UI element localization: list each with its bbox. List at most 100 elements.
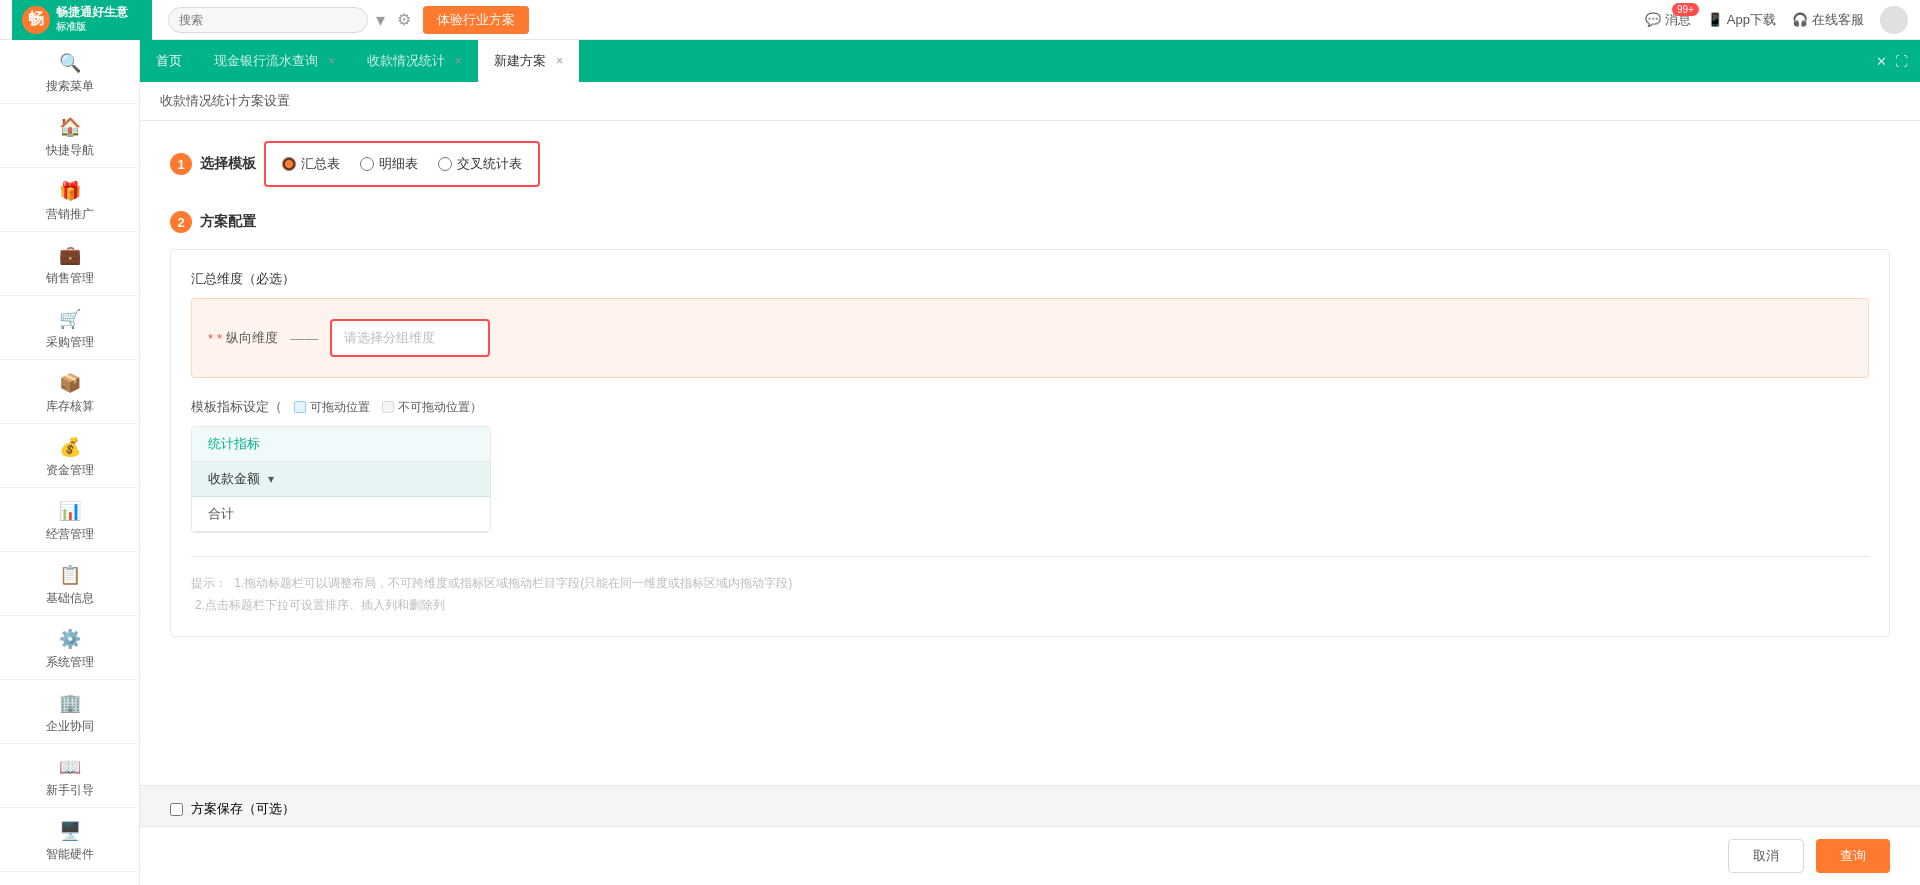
guide-icon: 📖: [59, 756, 81, 778]
sidebar-label-marketing: 营销推广: [46, 206, 94, 223]
metrics-sub-label: 合计: [208, 506, 234, 521]
metrics-sub-row: 合计: [192, 497, 490, 532]
save-checkbox[interactable]: [170, 803, 183, 816]
purchase-icon: 🛒: [59, 308, 81, 330]
operations-icon: 📊: [59, 500, 81, 522]
cancel-button[interactable]: 取消: [1728, 839, 1804, 873]
hint-2-text: 2.点击标题栏下拉可设置排序、插入列和删除列: [195, 598, 445, 612]
sidebar-item-sales[interactable]: 💼 销售管理: [0, 232, 139, 296]
tab-new-plan[interactable]: 新建方案 ×: [478, 40, 579, 82]
dimension-label: 汇总维度（必选）: [191, 270, 1869, 288]
sidebar-item-guide[interactable]: 📖 新手引导: [0, 744, 139, 808]
sidebar-label-system: 系统管理: [46, 654, 94, 671]
template-option-summary[interactable]: 汇总表: [282, 155, 340, 173]
notification-badge: 99+: [1672, 3, 1699, 16]
step2-num: 2: [170, 211, 192, 233]
tab-close-all-icon[interactable]: ✕: [1876, 54, 1887, 69]
sidebar-label-hardware: 智能硬件: [46, 846, 94, 863]
query-button[interactable]: 查询: [1816, 839, 1890, 873]
template-radio-summary[interactable]: [282, 157, 296, 171]
page-content: 收款情况统计方案设置 1 选择模板 汇总表: [140, 82, 1920, 826]
sidebar-item-nav[interactable]: 🏠 快捷导航: [0, 104, 139, 168]
sidebar-item-operations[interactable]: 📊 经营管理: [0, 488, 139, 552]
breadcrumb-text: 收款情况统计方案设置: [160, 93, 290, 108]
top-bar-right: 💬 消息 99+ 📱 App下载 🎧 在线客服: [1645, 6, 1908, 34]
sidebar-item-enterprise[interactable]: 🏢 企业协同: [0, 680, 139, 744]
metrics-label: 模板指标设定（: [191, 398, 282, 416]
sales-icon: 💼: [59, 244, 81, 266]
hint-1-text: 1.拖动标题栏可以调整布局，不可跨维度或指标区域拖动栏目字段(只能在同一维度或指…: [234, 576, 792, 590]
metrics-settings: 模板指标设定（ 可拖动位置 不可拖动位置）: [191, 398, 1869, 536]
tab-collection-close[interactable]: ×: [455, 54, 462, 68]
dimension-select[interactable]: 请选择分组维度: [330, 319, 490, 357]
trial-button[interactable]: 体验行业方案: [423, 6, 529, 34]
support-icon: 🎧: [1792, 12, 1808, 27]
enterprise-icon: 🏢: [59, 692, 81, 714]
message-button[interactable]: 💬 消息 99+: [1645, 11, 1691, 29]
template-radio-detail[interactable]: [360, 157, 374, 171]
sidebar-label-search: 搜索菜单: [46, 78, 94, 95]
template-option-cross[interactable]: 交叉统计表: [438, 155, 522, 173]
dimension-arrow: ——: [290, 330, 318, 346]
home-icon: 🏠: [59, 116, 81, 138]
support-label: 在线客服: [1812, 11, 1864, 29]
hint-area: 提示： 1.拖动标题栏可以调整布局，不可跨维度或指标区域拖动栏目字段(只能在同一…: [191, 556, 1869, 616]
tab-fullscreen-icon[interactable]: ⛶: [1895, 54, 1908, 69]
tab-cashflow-close[interactable]: ×: [328, 54, 335, 68]
metrics-row1-arrow[interactable]: ▾: [268, 472, 274, 486]
step2-header: 2 方案配置: [170, 211, 1890, 233]
download-label: App下载: [1727, 11, 1776, 29]
save-label: 方案保存（可选）: [191, 800, 295, 818]
hardware-icon: 🖥️: [59, 820, 81, 842]
sidebar-label-basic: 基础信息: [46, 590, 94, 607]
tab-home[interactable]: 首页: [140, 40, 198, 82]
save-option-bar: 方案保存（可选）: [140, 785, 1920, 826]
metrics-row-1[interactable]: 收款金额 ▾: [192, 462, 490, 497]
support-button[interactable]: 🎧 在线客服: [1792, 11, 1864, 29]
sidebar-item-hardware[interactable]: 🖥️ 智能硬件: [0, 808, 139, 872]
download-button[interactable]: 📱 App下载: [1707, 11, 1776, 29]
draggable-label: 可拖动位置: [310, 399, 370, 416]
sidebar-item-finance[interactable]: 💰 资金管理: [0, 424, 139, 488]
sidebar-label-inventory: 库存核算: [46, 398, 94, 415]
sidebar-item-purchase[interactable]: 🛒 采购管理: [0, 296, 139, 360]
bottom-action-bar: 取消 查询: [140, 826, 1920, 885]
step1-num: 1: [170, 153, 192, 175]
sidebar-item-search[interactable]: 🔍 搜索菜单: [0, 40, 139, 104]
sidebar-item-basic[interactable]: 📋 基础信息: [0, 552, 139, 616]
tab-collection[interactable]: 收款情况统计 ×: [351, 40, 478, 82]
tab-home-label: 首页: [156, 52, 182, 70]
app-logo: 畅 畅捷通好生意 标准版: [12, 0, 152, 40]
sidebar-item-inventory[interactable]: 📦 库存核算: [0, 360, 139, 424]
metrics-table-header: 统计指标: [192, 427, 490, 462]
gear-icon[interactable]: ⚙: [397, 10, 411, 29]
metrics-table: 统计指标 收款金额 ▾ 合计: [191, 426, 491, 533]
download-icon: 📱: [1707, 12, 1723, 27]
template-label-cross: 交叉统计表: [457, 155, 522, 173]
vertical-dimension-label: * 纵向维度: [208, 329, 278, 347]
draggable-dot: [294, 401, 306, 413]
config-section: 汇总维度（必选） * 纵向维度 —— 请选择分组维度: [170, 249, 1890, 637]
search-dropdown-icon[interactable]: ▾: [376, 9, 385, 31]
tab-bar: 首页 现金银行流水查询 × 收款情况统计 × 新建方案 × ✕ ⛶: [140, 40, 1920, 82]
sidebar-item-wechat[interactable]: 💬 企业微信: [0, 872, 139, 885]
dimension-placeholder: 请选择分组维度: [344, 330, 435, 345]
user-avatar[interactable]: [1880, 6, 1908, 34]
non-draggable-label: 不可拖动位置）: [398, 399, 482, 416]
dimension-area: * 纵向维度 —— 请选择分组维度: [191, 298, 1869, 378]
tab-cashflow[interactable]: 现金银行流水查询 ×: [198, 40, 351, 82]
search-input[interactable]: [168, 7, 368, 33]
template-radio-cross[interactable]: [438, 157, 452, 171]
draggable-badge: 可拖动位置: [294, 399, 370, 416]
dimension-row: * 纵向维度 —— 请选择分组维度: [208, 319, 490, 357]
form-container: 1 选择模板 汇总表 明细表: [140, 121, 1920, 785]
inventory-icon: 📦: [59, 372, 81, 394]
sidebar-item-marketing[interactable]: 🎁 营销推广: [0, 168, 139, 232]
message-icon: 💬: [1645, 12, 1661, 27]
sidebar-label-finance: 资金管理: [46, 462, 94, 479]
tab-collection-label: 收款情况统计: [367, 52, 445, 70]
template-option-detail[interactable]: 明细表: [360, 155, 418, 173]
step1-title: 选择模板: [200, 155, 256, 173]
tab-new-plan-close[interactable]: ×: [556, 54, 563, 68]
sidebar-item-system[interactable]: ⚙️ 系统管理: [0, 616, 139, 680]
